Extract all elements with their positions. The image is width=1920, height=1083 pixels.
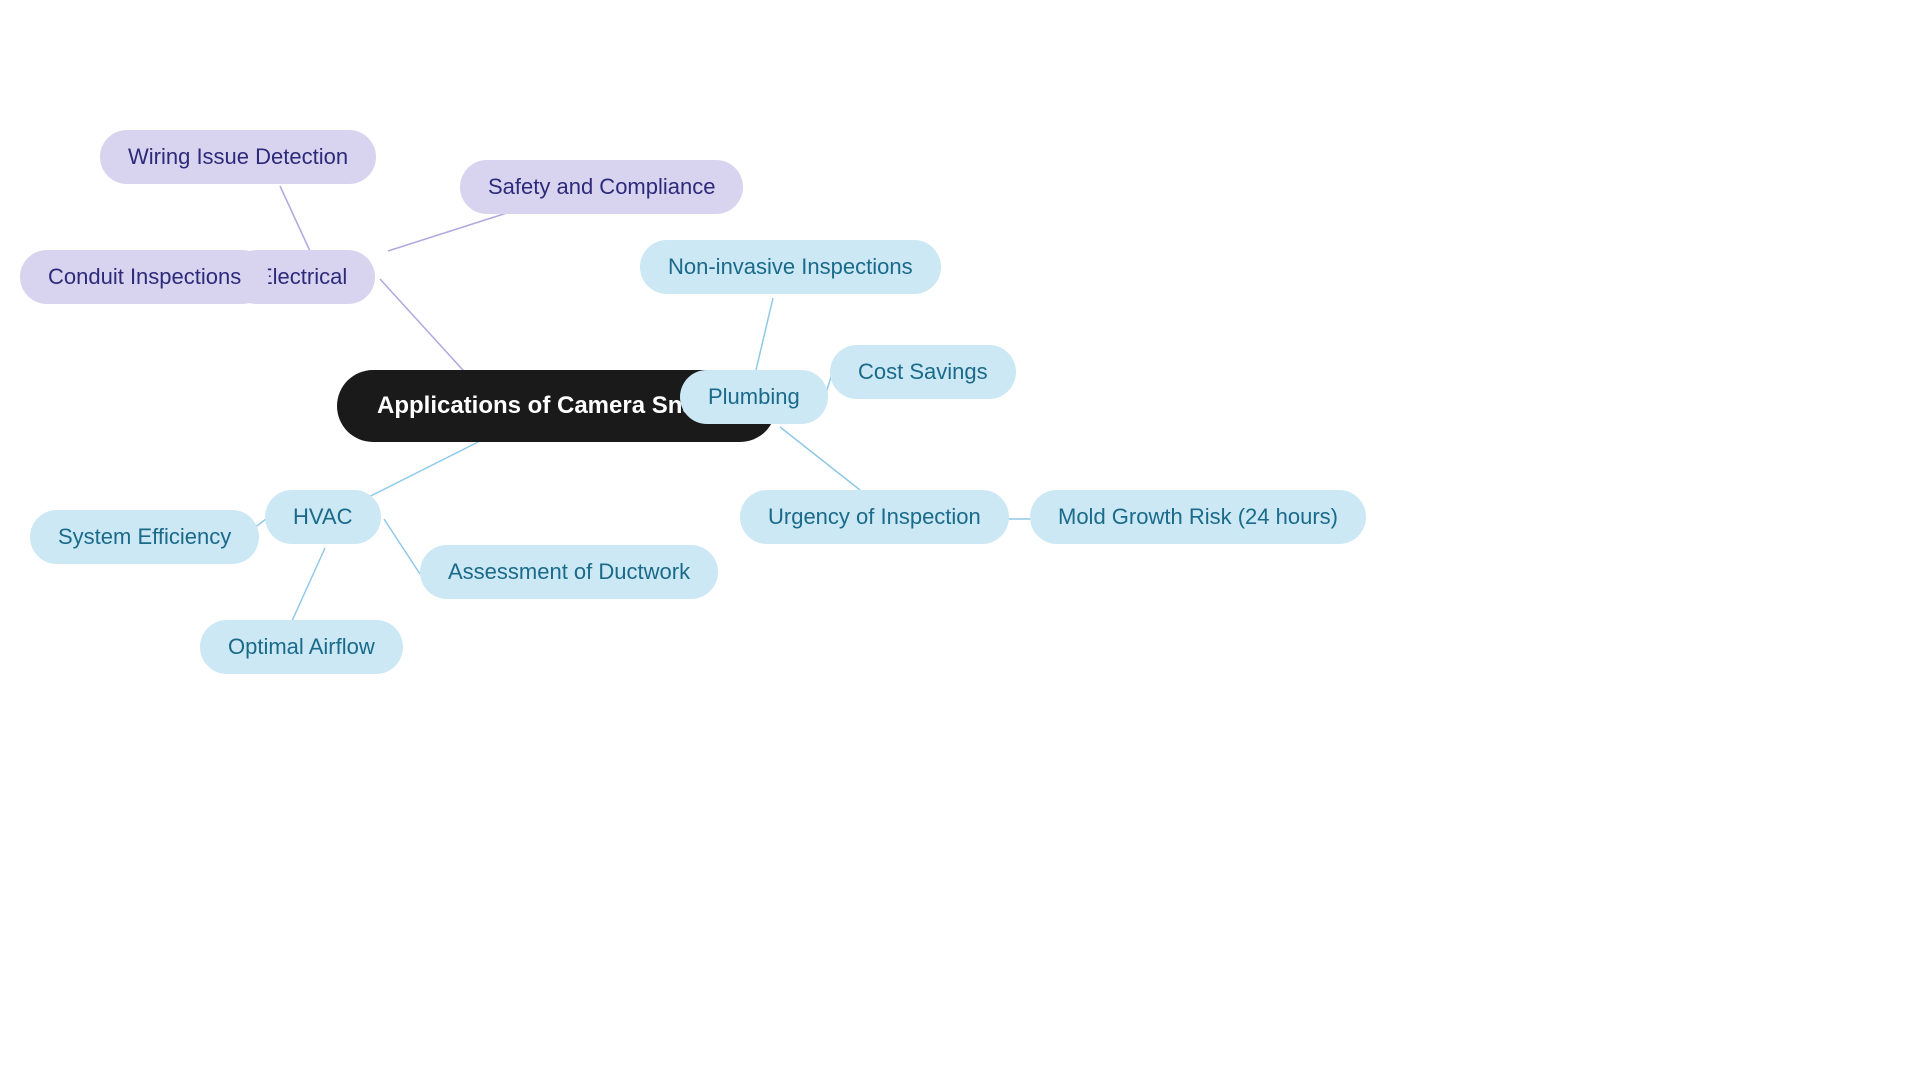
optimal-airflow-node: Optimal Airflow [200, 620, 403, 674]
mold-growth-node: Mold Growth Risk (24 hours) [1030, 490, 1366, 544]
safety-node: Safety and Compliance [460, 160, 743, 214]
urgency-node: Urgency of Inspection [740, 490, 1009, 544]
cost-savings-node: Cost Savings [830, 345, 1016, 399]
non-invasive-node: Non-invasive Inspections [640, 240, 941, 294]
wiring-issue-node: Wiring Issue Detection [100, 130, 376, 184]
conduit-node: Conduit Inspections [20, 250, 269, 304]
assessment-node: Assessment of Ductwork [420, 545, 718, 599]
system-efficiency-node: System Efficiency [30, 510, 259, 564]
hvac-node: HVAC [265, 490, 381, 544]
plumbing-node: Plumbing [680, 370, 828, 424]
